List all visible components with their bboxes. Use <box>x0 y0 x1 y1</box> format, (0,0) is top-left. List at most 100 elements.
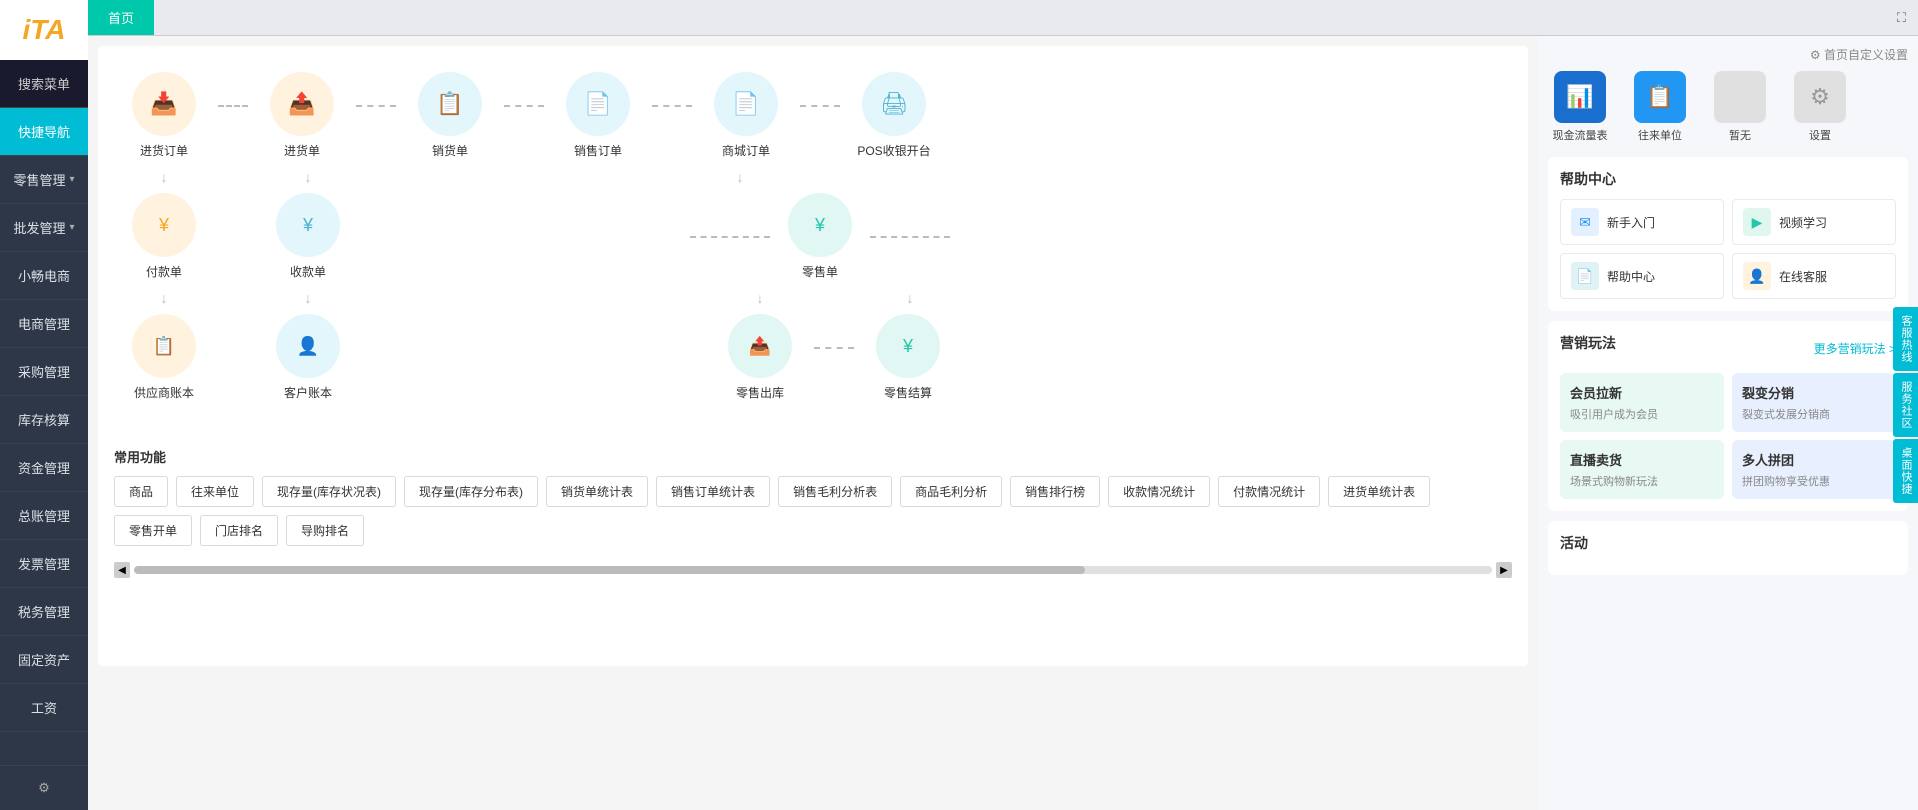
help-icon-help: 📄 <box>1571 262 1599 290</box>
sidebar-item-label-retail-mgmt: 零售管理 <box>13 170 65 189</box>
func-btn-销售毛利分析表[interactable]: 销售毛利分析表 <box>778 476 892 507</box>
node-sales-order-label: 销售订单 <box>574 142 622 159</box>
sidebar-settings[interactable]: ⚙ <box>0 765 88 810</box>
float-btn-1[interactable]: 服务社区 <box>1893 373 1918 437</box>
sidebar-item-finance-mgmt[interactable]: 资金管理 <box>0 444 88 492</box>
func-btn-现存量(库存状况表)[interactable]: 现存量(库存状况表) <box>262 476 396 507</box>
flow-col-sales-order: 📄 销售订单 <box>548 72 648 159</box>
node-receipt[interactable]: ¥ 收款单 <box>258 193 358 280</box>
flow-col-purchase-order: 📥 进货订单 <box>114 72 214 159</box>
quick-icon-cash-flow[interactable]: 📊现金流量表 <box>1548 71 1612 143</box>
node-retail-outbound-label: 零售出库 <box>736 384 784 401</box>
node-supplier[interactable]: 📋 供应商账本 <box>114 314 214 401</box>
node-retail-outbound[interactable]: 📤 零售出库 <box>710 314 810 401</box>
sidebar-nav: 快捷导航零售管理▾批发管理▾小畅电商电商管理采购管理库存核算资金管理总账管理发票… <box>0 108 88 732</box>
scroll-track[interactable] <box>134 566 1492 574</box>
marketing-card-live[interactable]: 直播卖货场景式购物新玩法 <box>1560 440 1724 499</box>
func-btn-现存量(库存分布表)[interactable]: 现存量(库存分布表) <box>404 476 538 507</box>
quick-icon-box-none <box>1714 71 1766 123</box>
sidebar-item-xiaochangec[interactable]: 小畅电商 <box>0 252 88 300</box>
help-center-section: 帮助中心 ✉新手入门▶视频学习📄帮助中心👤在线客服 <box>1548 157 1908 311</box>
node-mall-order[interactable]: 📄 商城订单 <box>696 72 796 159</box>
func-btn-商品[interactable]: 商品 <box>114 476 168 507</box>
func-btn-往来单位[interactable]: 往来单位 <box>176 476 254 507</box>
expand-button[interactable]: ⛶ <box>1885 0 1918 35</box>
quick-icon-none[interactable]: 暂无 <box>1708 71 1772 143</box>
func-btn-收款情况统计[interactable]: 收款情况统计 <box>1108 476 1210 507</box>
help-icon-beginner: ✉ <box>1571 208 1599 236</box>
sidebar: iTA 搜索菜单 快捷导航零售管理▾批发管理▾小畅电商电商管理采购管理库存核算资… <box>0 0 88 810</box>
scroll-right-btn[interactable]: ▶ <box>1496 562 1512 578</box>
help-label-beginner: 新手入门 <box>1607 214 1655 231</box>
func-btn-销售订单统计表[interactable]: 销售订单统计表 <box>656 476 770 507</box>
sidebar-item-purchase-mgmt[interactable]: 采购管理 <box>0 348 88 396</box>
help-item-service[interactable]: 👤在线客服 <box>1732 253 1896 299</box>
marketing-card-desc-group: 拼团购物享受优惠 <box>1742 473 1886 489</box>
marketing-card-desc-fission: 裂变式发展分销商 <box>1742 406 1886 422</box>
node-receipt-label: 收款单 <box>290 263 326 280</box>
sidebar-item-label-quick-nav: 快捷导航 <box>18 122 70 141</box>
sidebar-item-label-tax-mgmt: 税务管理 <box>18 602 70 621</box>
help-item-help[interactable]: 📄帮助中心 <box>1560 253 1724 299</box>
func-btn-付款情况统计[interactable]: 付款情况统计 <box>1218 476 1320 507</box>
node-purchase-slip[interactable]: 📤 进货单 <box>252 72 352 159</box>
node-pos[interactable]: 🖨 POS收银开台 <box>844 72 944 159</box>
func-btn-门店排名[interactable]: 门店排名 <box>200 515 278 546</box>
down-arrow-purchase-order: ↓ <box>114 169 214 185</box>
bottom-scrollbar[interactable]: ◀ ▶ <box>114 562 1512 578</box>
node-sales-order-icon: 📄 <box>566 72 630 136</box>
node-mall-order-label: 商城订单 <box>722 142 770 159</box>
sidebar-item-general-ledger[interactable]: 总账管理 <box>0 492 88 540</box>
tab-home[interactable]: 首页 <box>88 0 154 35</box>
sidebar-item-label-invoice-mgmt: 发票管理 <box>18 554 70 573</box>
expand-icon: ⛶ <box>1897 10 1906 26</box>
quick-icon-contacts[interactable]: 📋往来单位 <box>1628 71 1692 143</box>
func-btn-销货单统计表[interactable]: 销货单统计表 <box>546 476 648 507</box>
float-btn-0[interactable]: 客服热线 <box>1893 307 1918 371</box>
flow-row-2: ¥ 付款单 ¥ 收款单 <box>114 193 1512 280</box>
sidebar-item-tax-mgmt[interactable]: 税务管理 <box>0 588 88 636</box>
node-payment[interactable]: ¥ 付款单 <box>114 193 214 280</box>
func-btn-商品毛利分析[interactable]: 商品毛利分析 <box>900 476 1002 507</box>
quick-icon-settings[interactable]: ⚙设置 <box>1788 71 1852 143</box>
sidebar-item-wholesale-mgmt[interactable]: 批发管理▾ <box>0 204 88 252</box>
flow-col-pos: 🖨 POS收银开台 <box>844 72 944 159</box>
flow-col-sales-slip: 📋 销货单 <box>400 72 500 159</box>
func-btn-零售开单[interactable]: 零售开单 <box>114 515 192 546</box>
gear-icon: ⚙ <box>38 780 50 795</box>
func-btn-销售排行榜[interactable]: 销售排行榜 <box>1010 476 1100 507</box>
node-customer[interactable]: 👤 客户账本 <box>258 314 358 401</box>
marketing-card-title-group: 多人拼团 <box>1742 450 1886 469</box>
node-sales-order[interactable]: 📄 销售订单 <box>548 72 648 159</box>
node-purchase-order-icon: 📥 <box>132 72 196 136</box>
node-receipt-icon: ¥ <box>276 193 340 257</box>
sidebar-item-fixed-assets[interactable]: 固定资产 <box>0 636 88 684</box>
node-customer-label: 客户账本 <box>284 384 332 401</box>
quick-icon-label-settings: 设置 <box>1809 127 1831 143</box>
search-menu-item[interactable]: 搜索菜单 <box>0 60 88 108</box>
node-retail-settle[interactable]: ¥ 零售结算 <box>858 314 958 401</box>
node-sales-slip[interactable]: 📋 销货单 <box>400 72 500 159</box>
float-btn-2[interactable]: 桌面快捷 <box>1893 439 1918 503</box>
sidebar-item-ecom-mgmt[interactable]: 电商管理 <box>0 300 88 348</box>
help-item-beginner[interactable]: ✉ 新手入门 <box>1560 199 1724 245</box>
down-arrow-receipt: ↓ <box>258 290 358 306</box>
marketing-card-member[interactable]: 会员拉新吸引用户成为会员 <box>1560 373 1724 432</box>
scroll-left-btn[interactable]: ◀ <box>114 562 130 578</box>
sidebar-item-invoice-mgmt[interactable]: 发票管理 <box>0 540 88 588</box>
marketing-more-link[interactable]: 更多营销玩法 > <box>1814 340 1896 357</box>
marketing-card-fission[interactable]: 裂变分销裂变式发展分销商 <box>1732 373 1896 432</box>
help-grid: ✉ 新手入门 ▶视频学习📄帮助中心👤在线客服 <box>1560 199 1896 299</box>
hp-customize-btn[interactable]: ⚙ 首页自定义设置 <box>1548 46 1908 63</box>
func-btn-导购排名[interactable]: 导购排名 <box>286 515 364 546</box>
marketing-card-desc-live: 场景式购物新玩法 <box>1570 473 1714 489</box>
func-btn-进货单统计表[interactable]: 进货单统计表 <box>1328 476 1430 507</box>
sidebar-item-retail-mgmt[interactable]: 零售管理▾ <box>0 156 88 204</box>
help-item-video[interactable]: ▶视频学习 <box>1732 199 1896 245</box>
marketing-card-group[interactable]: 多人拼团拼团购物享受优惠 <box>1732 440 1896 499</box>
sidebar-item-quick-nav[interactable]: 快捷导航 <box>0 108 88 156</box>
sidebar-item-salary[interactable]: 工资 <box>0 684 88 732</box>
sidebar-item-inventory[interactable]: 库存核算 <box>0 396 88 444</box>
node-retail[interactable]: ¥ 零售单 <box>770 193 870 280</box>
node-purchase-order[interactable]: 📥 进货订单 <box>114 72 214 159</box>
